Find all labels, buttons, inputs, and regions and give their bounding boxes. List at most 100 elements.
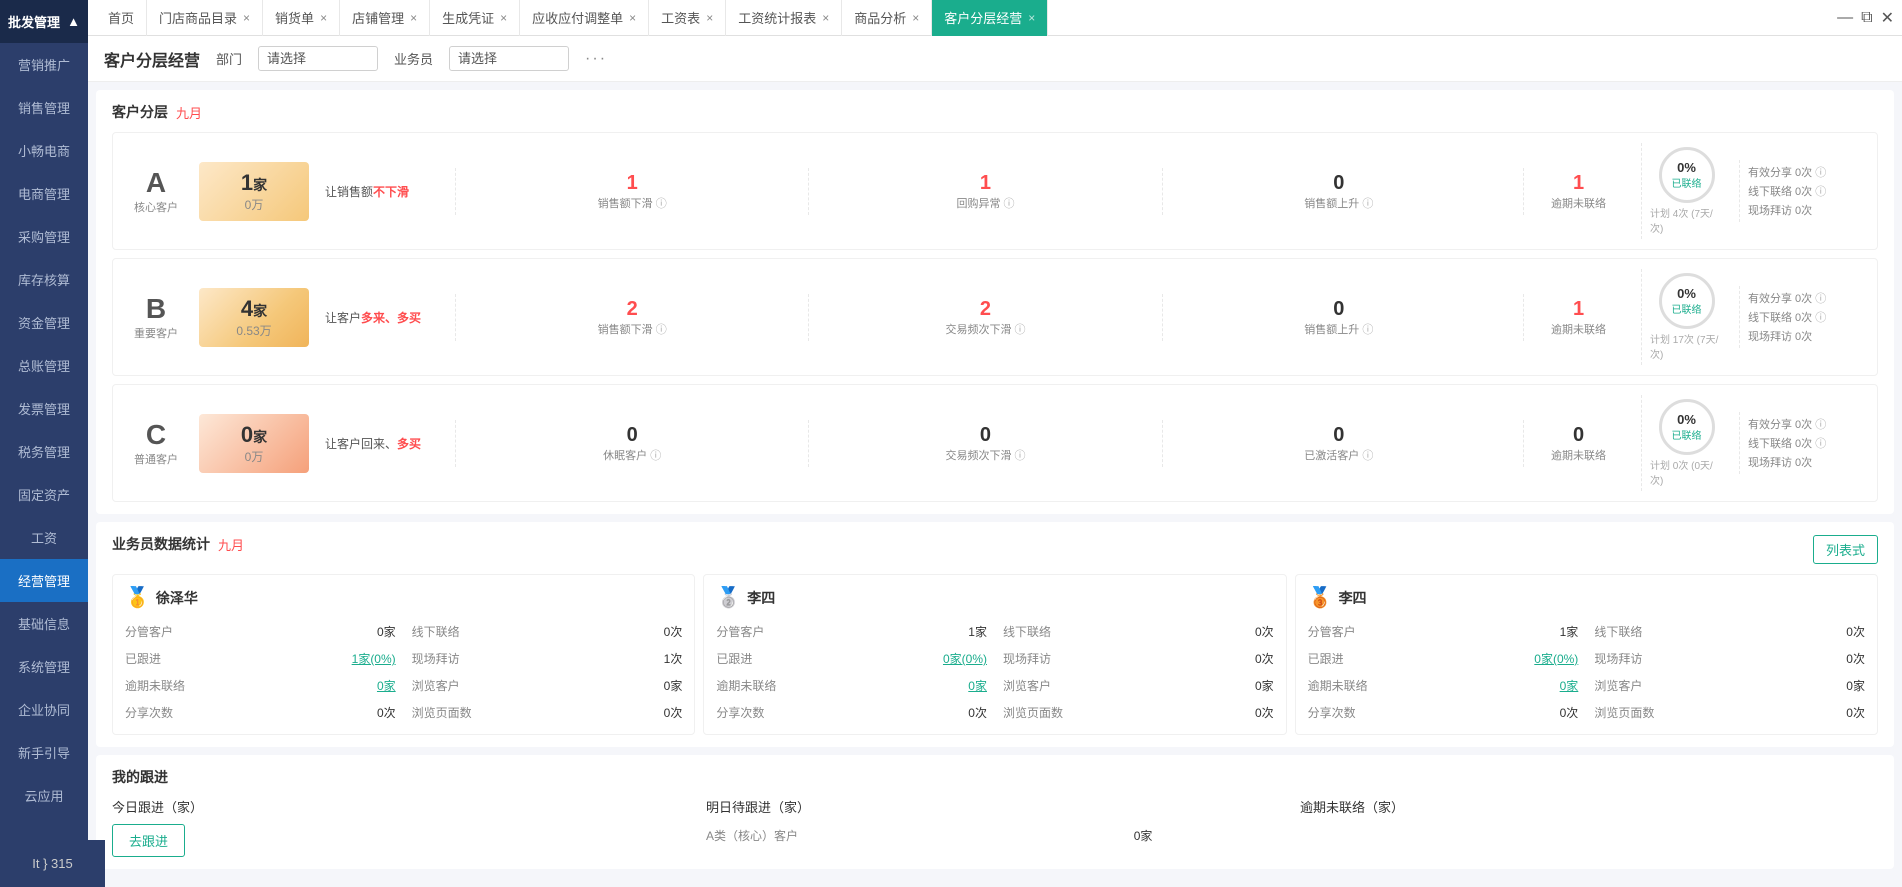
tab-close-active-icon[interactable]: × [1028, 11, 1035, 25]
sales-month-badge: 九月 [218, 535, 244, 554]
window-restore-icon[interactable]: ⧉ [1861, 9, 1872, 27]
goto-followup-button[interactable]: 去跟进 [112, 824, 185, 857]
tier-c-suggestion: 让客户回来、多买 [317, 435, 447, 452]
sidebar-item-payroll[interactable]: 工资 [0, 516, 88, 559]
tier-b-stat-0[interactable]: 2 销售额下滑 ⓘ [455, 294, 808, 341]
tab-customer-tier[interactable]: 客户分层经营 × [932, 0, 1048, 36]
tab-payroll-table[interactable]: 工资表 × [649, 0, 726, 36]
tab-voucher[interactable]: 生成凭证 × [430, 0, 520, 36]
tab-store-products[interactable]: 门店商品目录 × [147, 0, 263, 36]
sidebar-item-operations[interactable]: 经营管理 [0, 559, 88, 602]
followup-title: 我的跟进 [112, 767, 1878, 787]
rep-2-medal-icon: 🥉 [1308, 585, 1333, 610]
tab-sales-order[interactable]: 销货单 × [263, 0, 340, 36]
sidebar-item-cooperation[interactable]: 企业协同 [0, 688, 88, 731]
followup-overdue-col: 逾期未联络（家） [1300, 797, 1878, 824]
tab-payroll-report[interactable]: 工资统计报表 × [726, 0, 842, 36]
sales-rep-title: 业务员数据统计 九月 [112, 534, 244, 554]
dept-select[interactable]: 请选择 [258, 46, 378, 71]
tab-close-icon[interactable]: × [629, 11, 636, 25]
sidebar-item-inventory[interactable]: 库存核算 [0, 258, 88, 301]
rep-0-stat-right-0: 线下联络 0次 [412, 620, 683, 643]
tab-close-icon[interactable]: × [822, 11, 829, 25]
tier-c-contact[interactable]: 0 逾期未联络 [1523, 420, 1633, 467]
tab-close-icon[interactable]: × [912, 11, 919, 25]
tab-home[interactable]: 首页 [96, 0, 147, 36]
sidebar-item-marketing[interactable]: 营销推广 [0, 43, 88, 86]
rep-2-stat-1: 已跟进 0家(0%) [1308, 647, 1579, 670]
dept-label: 部门 [216, 49, 242, 68]
tab-ar-ap[interactable]: 应收应付调整单 × [520, 0, 649, 36]
sidebar-item-assets[interactable]: 固定资产 [0, 473, 88, 516]
tier-row-a: A 核心客户 1家 0万 让销售额不下滑 1 销售额下滑 ⓘ [112, 132, 1878, 250]
rep-0-stat-right-2: 浏览客户 0家 [412, 674, 683, 697]
tab-close-icon[interactable]: × [706, 11, 713, 25]
rep-0-stat-right-1: 现场拜访 1次 [412, 647, 683, 670]
sidebar-item-finance[interactable]: 资金管理 [0, 301, 88, 344]
tier-a-stat-0[interactable]: 1 销售额下滑 ⓘ [455, 168, 808, 215]
tier-c-stat-2[interactable]: 0 已激活客户 ⓘ [1162, 420, 1515, 467]
followup-row: 今日跟进（家） 去跟进 明日待跟进（家） A类（核心）客户 0家 [112, 797, 1878, 857]
tab-product-analysis[interactable]: 商品分析 × [842, 0, 932, 36]
list-view-button[interactable]: 列表式 [1813, 535, 1878, 564]
tab-close-icon[interactable]: × [243, 11, 250, 25]
tier-a-circle[interactable]: 0% 已联络 计划 4次 (7天/次) [1641, 143, 1731, 239]
sidebar-item-ledger[interactable]: 总账管理 [0, 344, 88, 387]
followup-section: 我的跟进 今日跟进（家） 去跟进 明日待跟进（家） A类（核心）客户 0家 [96, 755, 1894, 869]
sidebar-item-purchase[interactable]: 采购管理 [0, 215, 88, 258]
rep-2-stat-0: 分管客户 1家 [1308, 620, 1579, 643]
tier-b-contact[interactable]: 1 逾期未联络 [1523, 294, 1633, 341]
tier-b-main-stat[interactable]: 4家 0.53万 [199, 288, 309, 347]
followup-tomorrow-table: A类（核心）客户 0家 [706, 824, 1284, 847]
sidebar-item-ecommerce[interactable]: 电商管理 [0, 172, 88, 215]
sidebar-item-cloud[interactable]: 云应用 [0, 774, 88, 817]
tier-a-stat-1[interactable]: 1 回购异常 ⓘ [808, 168, 1161, 215]
tab-close-icon[interactable]: × [410, 11, 417, 25]
sidebar-item-sales[interactable]: 销售管理 [0, 86, 88, 129]
tier-a-main-stat[interactable]: 1家 0万 [199, 162, 309, 221]
followup-overdue-label: 逾期未联络（家） [1300, 797, 1878, 816]
tier-a-contact[interactable]: 1 逾期未联络 [1523, 168, 1633, 215]
window-minimize-icon[interactable]: — [1837, 9, 1853, 27]
sidebar-item-invoice[interactable]: 发票管理 [0, 387, 88, 430]
tier-b-circle[interactable]: 0% 已联络 计划 17次 (7天/次) [1641, 269, 1731, 365]
tier-a-stat-2[interactable]: 0 销售额上升 ⓘ [1162, 168, 1515, 215]
followup-today-col: 今日跟进（家） 去跟进 [112, 797, 690, 857]
sidebar-top[interactable]: 批发管理 ▲ [0, 0, 88, 43]
tier-c-circle[interactable]: 0% 已联络 计划 0次 (0天/次) [1641, 395, 1731, 491]
tab-store-manage[interactable]: 店铺管理 × [340, 0, 430, 36]
tab-close-icon[interactable]: × [500, 11, 507, 25]
sales-rep-section-header: 业务员数据统计 九月 列表式 [112, 534, 1878, 564]
tier-c-stat-1[interactable]: 0 交易频次下滑 ⓘ [808, 420, 1161, 467]
sales-rep-section: 业务员数据统计 九月 列表式 🥇 徐泽华 分管客户 0家 [96, 522, 1894, 747]
tier-month-badge: 九月 [176, 103, 202, 122]
sidebar-item-guide[interactable]: 新手引导 [0, 731, 88, 774]
rep-1-stat-right-1: 现场拜访 0次 [1003, 647, 1274, 670]
rep-card-1: 🥈 李四 分管客户 1家 线下联络 0次 已跟进 [703, 574, 1286, 735]
tier-b-stat-2[interactable]: 0 销售额上升 ⓘ [1162, 294, 1515, 341]
rep-2-stats: 分管客户 1家 线下联络 0次 已跟进 0家(0%) 现场拜访 [1308, 620, 1865, 724]
tier-b-stat-1[interactable]: 2 交易频次下滑 ⓘ [808, 294, 1161, 341]
tier-row-b: B 重要客户 4家 0.53万 让客户多来、多买 2 销售额下滑 ⓘ [112, 258, 1878, 376]
sidebar-item-tax[interactable]: 税务管理 [0, 430, 88, 473]
window-close-icon[interactable]: ✕ [1881, 8, 1894, 28]
more-options-icon[interactable]: ··· [585, 50, 607, 68]
sidebar-item-system[interactable]: 系统管理 [0, 645, 88, 688]
rep-0-stats: 分管客户 0家 线下联络 0次 已跟进 1家(0%) 现场拜访 [125, 620, 682, 724]
rep-0-stat-3: 分享次数 0次 [125, 701, 396, 724]
followup-tomorrow-col: 明日待跟进（家） A类（核心）客户 0家 [706, 797, 1284, 847]
content-area: 客户分层经营 部门 请选择 业务员 请选择 ··· 客户分层 九月 A [88, 36, 1902, 887]
rep-1-stat-3: 分享次数 0次 [716, 701, 987, 724]
sidebar: 批发管理 ▲ 营销推广 销售管理 小畅电商 电商管理 采购管理 库存核算 资金管… [0, 0, 88, 887]
followup-tomorrow-label: 明日待跟进（家） [706, 797, 1284, 816]
sidebar-item-ecommerce-small[interactable]: 小畅电商 [0, 129, 88, 172]
sidebar-item-basic-info[interactable]: 基础信息 [0, 602, 88, 645]
tier-c-stat-0[interactable]: 0 休眠客户 ⓘ [455, 420, 808, 467]
rep-1-header: 🥈 李四 [716, 585, 1273, 610]
tier-c-main-stat[interactable]: 0家 0万 [199, 414, 309, 473]
sidebar-title: 批发管理 [8, 12, 60, 31]
rep-0-medal-icon: 🥇 [125, 585, 150, 610]
tier-b-stats: 2 销售额下滑 ⓘ 2 交易频次下滑 ⓘ 0 销售额上升 ⓘ [455, 294, 1515, 341]
tab-close-icon[interactable]: × [320, 11, 327, 25]
sales-select[interactable]: 请选择 [449, 46, 569, 71]
